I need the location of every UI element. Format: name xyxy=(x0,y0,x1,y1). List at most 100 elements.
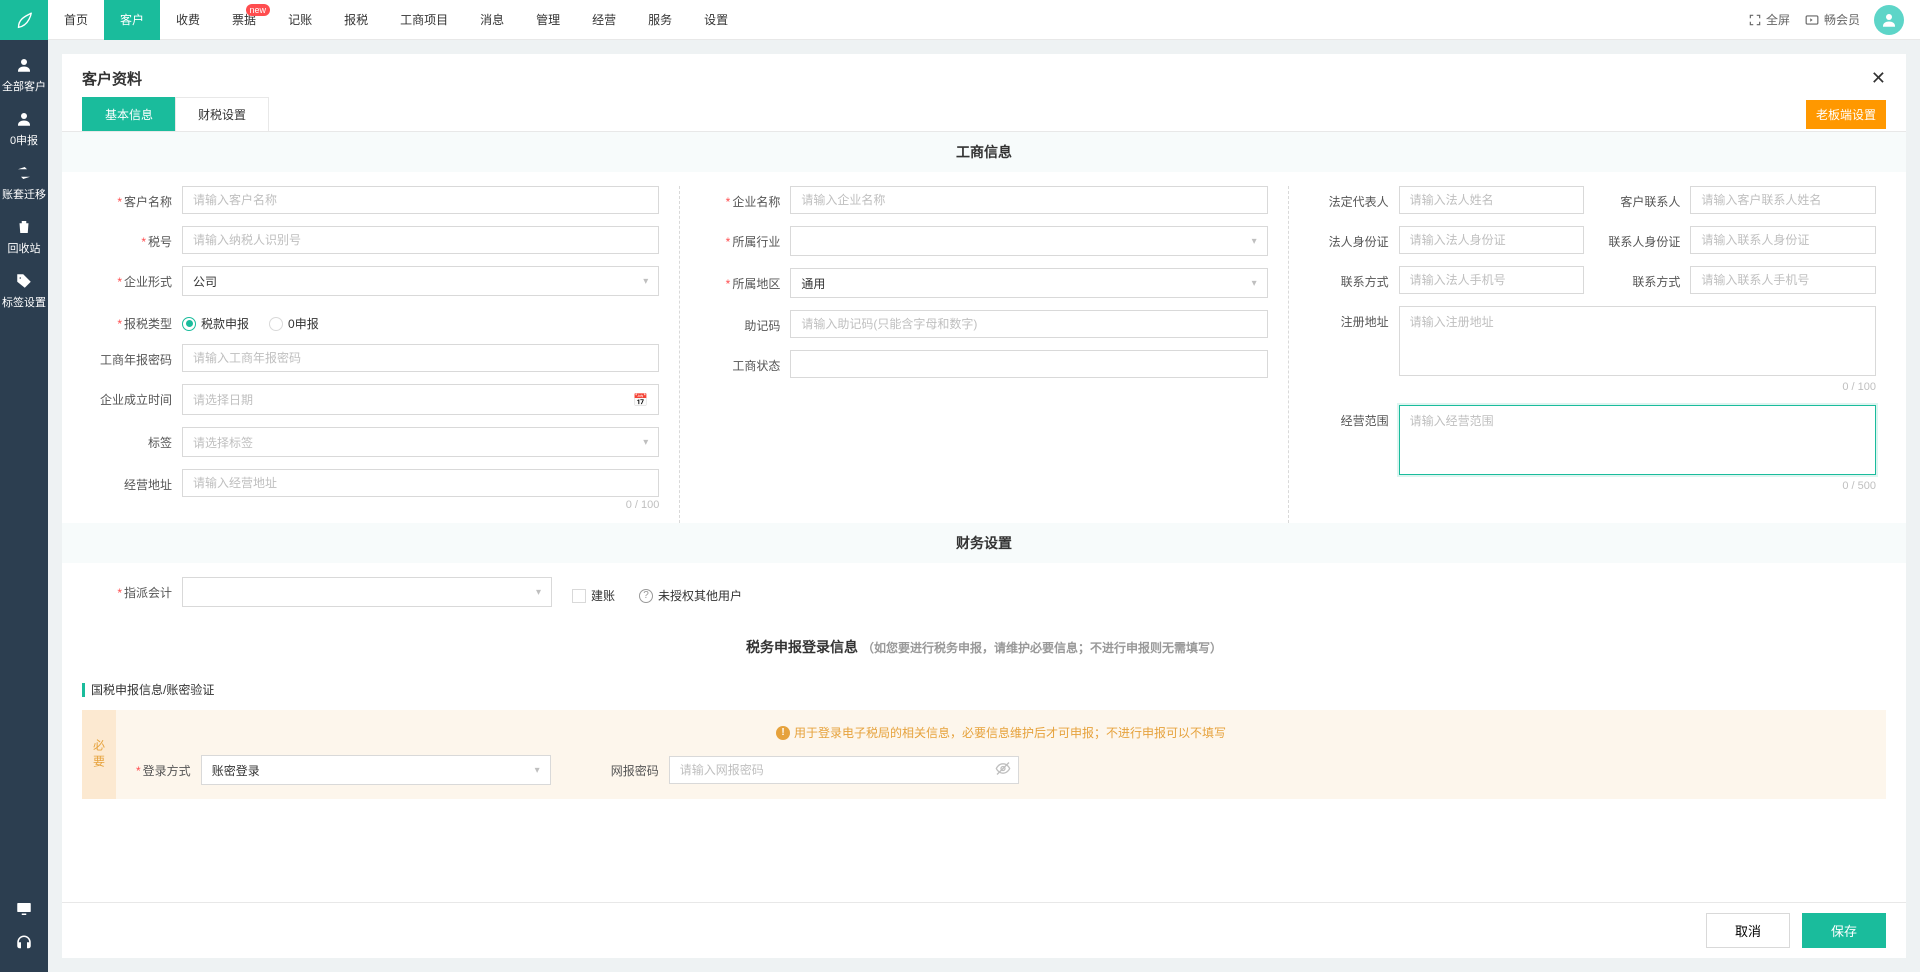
section-finance: 财务设置 xyxy=(62,523,1906,563)
legal-phone-input[interactable] xyxy=(1399,266,1585,294)
nav-item-6[interactable]: 工商项目 xyxy=(384,0,464,40)
tax-number-input[interactable] xyxy=(182,226,659,254)
member-button[interactable]: 畅会员 xyxy=(1804,11,1860,28)
leaf-icon xyxy=(13,9,35,31)
accent-bar xyxy=(82,683,85,697)
sidebar-item-2[interactable]: 账套迁移 xyxy=(0,156,48,210)
tags-select[interactable]: 请选择标签▾ xyxy=(182,427,659,457)
panel-title: 客户资料 xyxy=(82,68,142,89)
close-button[interactable]: ✕ xyxy=(1871,68,1886,89)
form-scroll-area[interactable]: 工商信息 *客户名称 *税号 *企业形式 xyxy=(62,132,1906,902)
sidebar-item-label: 回收站 xyxy=(8,240,41,256)
legal-rep-input[interactable] xyxy=(1399,186,1585,214)
cancel-button[interactable]: 取消 xyxy=(1706,913,1790,948)
sidebar-item-label: 账套迁移 xyxy=(2,186,46,202)
business-status-input[interactable] xyxy=(790,350,1267,378)
nav-item-2[interactable]: 收费 xyxy=(160,0,216,40)
industry-select[interactable]: ▾ xyxy=(790,226,1267,256)
nav-item-8[interactable]: 管理 xyxy=(520,0,576,40)
sidebar-download[interactable] xyxy=(0,892,48,926)
tax-warning: ! 用于登录电子税局的相关信息，必要信息维护后才可申报；不进行申报可以不填写 xyxy=(136,724,1866,741)
create-account-checkbox[interactable]: 建账 xyxy=(572,587,615,604)
eye-off-icon[interactable] xyxy=(995,761,1011,780)
sidebar-item-label: 全部客户 xyxy=(2,78,46,94)
sidebar-support[interactable] xyxy=(0,926,48,960)
user-avatar[interactable] xyxy=(1874,5,1904,35)
nav-item-1[interactable]: 客户 xyxy=(104,0,160,40)
tag-icon xyxy=(15,272,33,290)
chevron-down-icon: ▾ xyxy=(1252,278,1257,289)
sidebar-item-4[interactable]: 标签设置 xyxy=(0,264,48,318)
nav-item-9[interactable]: 经营 xyxy=(576,0,632,40)
main-area: 客户资料 ✕ 基本信息 财税设置 老板端设置 工商信息 *客户名称 xyxy=(48,40,1920,972)
boss-settings-button[interactable]: 老板端设置 xyxy=(1806,100,1886,129)
customer-panel: 客户资料 ✕ 基本信息 财税设置 老板端设置 工商信息 *客户名称 xyxy=(62,54,1906,958)
tab-tax-settings[interactable]: 财税设置 xyxy=(175,97,269,131)
app-logo[interactable] xyxy=(0,0,48,40)
establish-date-picker[interactable]: 请选择日期📅 xyxy=(182,384,659,415)
avatar-icon xyxy=(1880,11,1898,29)
sidebar-item-label: 0申报 xyxy=(10,132,38,148)
fullscreen-icon xyxy=(1748,13,1762,27)
sidebar-item-0[interactable]: 全部客户 xyxy=(0,48,48,102)
new-badge: new xyxy=(246,4,271,16)
chevron-down-icon: ▾ xyxy=(643,437,648,448)
tab-basic-info[interactable]: 基本信息 xyxy=(82,97,176,131)
nav-item-4[interactable]: 记账 xyxy=(272,0,328,40)
question-icon: ? xyxy=(639,589,653,603)
national-tax-title: 国税申报信息/账密验证 xyxy=(91,681,214,698)
nav-item-7[interactable]: 消息 xyxy=(464,0,520,40)
customer-contact-input[interactable] xyxy=(1690,186,1876,214)
member-label: 畅会员 xyxy=(1824,11,1860,28)
required-info-box: 必要 ! 用于登录电子税局的相关信息，必要信息维护后才可申报；不进行申报可以不填… xyxy=(82,710,1886,799)
customer-name-input[interactable] xyxy=(182,186,659,214)
nav-item-5[interactable]: 报税 xyxy=(328,0,384,40)
enterprise-form-select[interactable]: 公司▾ xyxy=(182,266,659,296)
member-icon xyxy=(1804,13,1820,27)
left-sidebar: 全部客户 0申报账套迁移回收站标签设置 xyxy=(0,40,48,972)
chevron-down-icon: ▾ xyxy=(643,276,648,287)
annual-report-password-input[interactable] xyxy=(182,344,659,372)
nav-item-3[interactable]: 票据new xyxy=(216,0,272,40)
biz-addr-count: 0 / 100 xyxy=(182,499,659,511)
required-badge: 必要 xyxy=(82,710,116,799)
sidebar-item-label: 标签设置 xyxy=(2,294,46,310)
no-auth-info[interactable]: ?未授权其他用户 xyxy=(639,587,742,604)
business-address-input[interactable] xyxy=(182,469,659,497)
users-icon xyxy=(15,56,33,74)
tax-type-declare-radio[interactable]: 税款申报 xyxy=(182,315,249,332)
legal-id-input[interactable] xyxy=(1399,226,1585,254)
headset-icon xyxy=(15,934,33,952)
company-name-input[interactable] xyxy=(790,186,1267,214)
contact-id-input[interactable] xyxy=(1690,226,1876,254)
panel-footer: 取消 保存 xyxy=(62,902,1906,958)
warning-icon: ! xyxy=(776,726,790,740)
tax-type-zero-radio[interactable]: 0申报 xyxy=(269,315,319,332)
chevron-down-icon: ▾ xyxy=(1252,236,1257,247)
reg-addr-count: 0 / 100 xyxy=(1399,381,1876,393)
section-tax-login: 税务申报登录信息 （如您要进行税务申报，请维护必要信息；不进行申报则无需填写） xyxy=(62,627,1906,667)
nav-item-0[interactable]: 首页 xyxy=(48,0,104,40)
chevron-down-icon: ▾ xyxy=(536,587,541,598)
monitor-icon xyxy=(15,900,33,918)
nav-item-10[interactable]: 服务 xyxy=(632,0,688,40)
region-select[interactable]: 通用▾ xyxy=(790,268,1267,298)
chevron-down-icon: ▾ xyxy=(535,765,540,776)
trash-icon xyxy=(15,218,33,236)
top-nav: 首页客户收费票据new记账报税工商项目消息管理经营服务设置 全屏 畅会员 xyxy=(0,0,1920,40)
save-button[interactable]: 保存 xyxy=(1802,913,1886,948)
nav-item-11[interactable]: 设置 xyxy=(688,0,744,40)
assign-accountant-select[interactable]: ▾ xyxy=(182,577,552,607)
user-icon xyxy=(15,110,33,128)
business-scope-textarea[interactable] xyxy=(1399,405,1876,475)
sidebar-item-3[interactable]: 回收站 xyxy=(0,210,48,264)
contact-phone-input[interactable] xyxy=(1690,266,1876,294)
transfer-icon xyxy=(15,164,33,182)
section-business-info: 工商信息 xyxy=(62,132,1906,172)
sidebar-item-1[interactable]: 0申报 xyxy=(0,102,48,156)
fullscreen-button[interactable]: 全屏 xyxy=(1748,11,1790,28)
mnemonic-input[interactable] xyxy=(790,310,1267,338)
web-password-input[interactable] xyxy=(669,756,1019,784)
login-method-select[interactable]: 账密登录▾ xyxy=(201,755,551,785)
registered-address-textarea[interactable] xyxy=(1399,306,1876,376)
